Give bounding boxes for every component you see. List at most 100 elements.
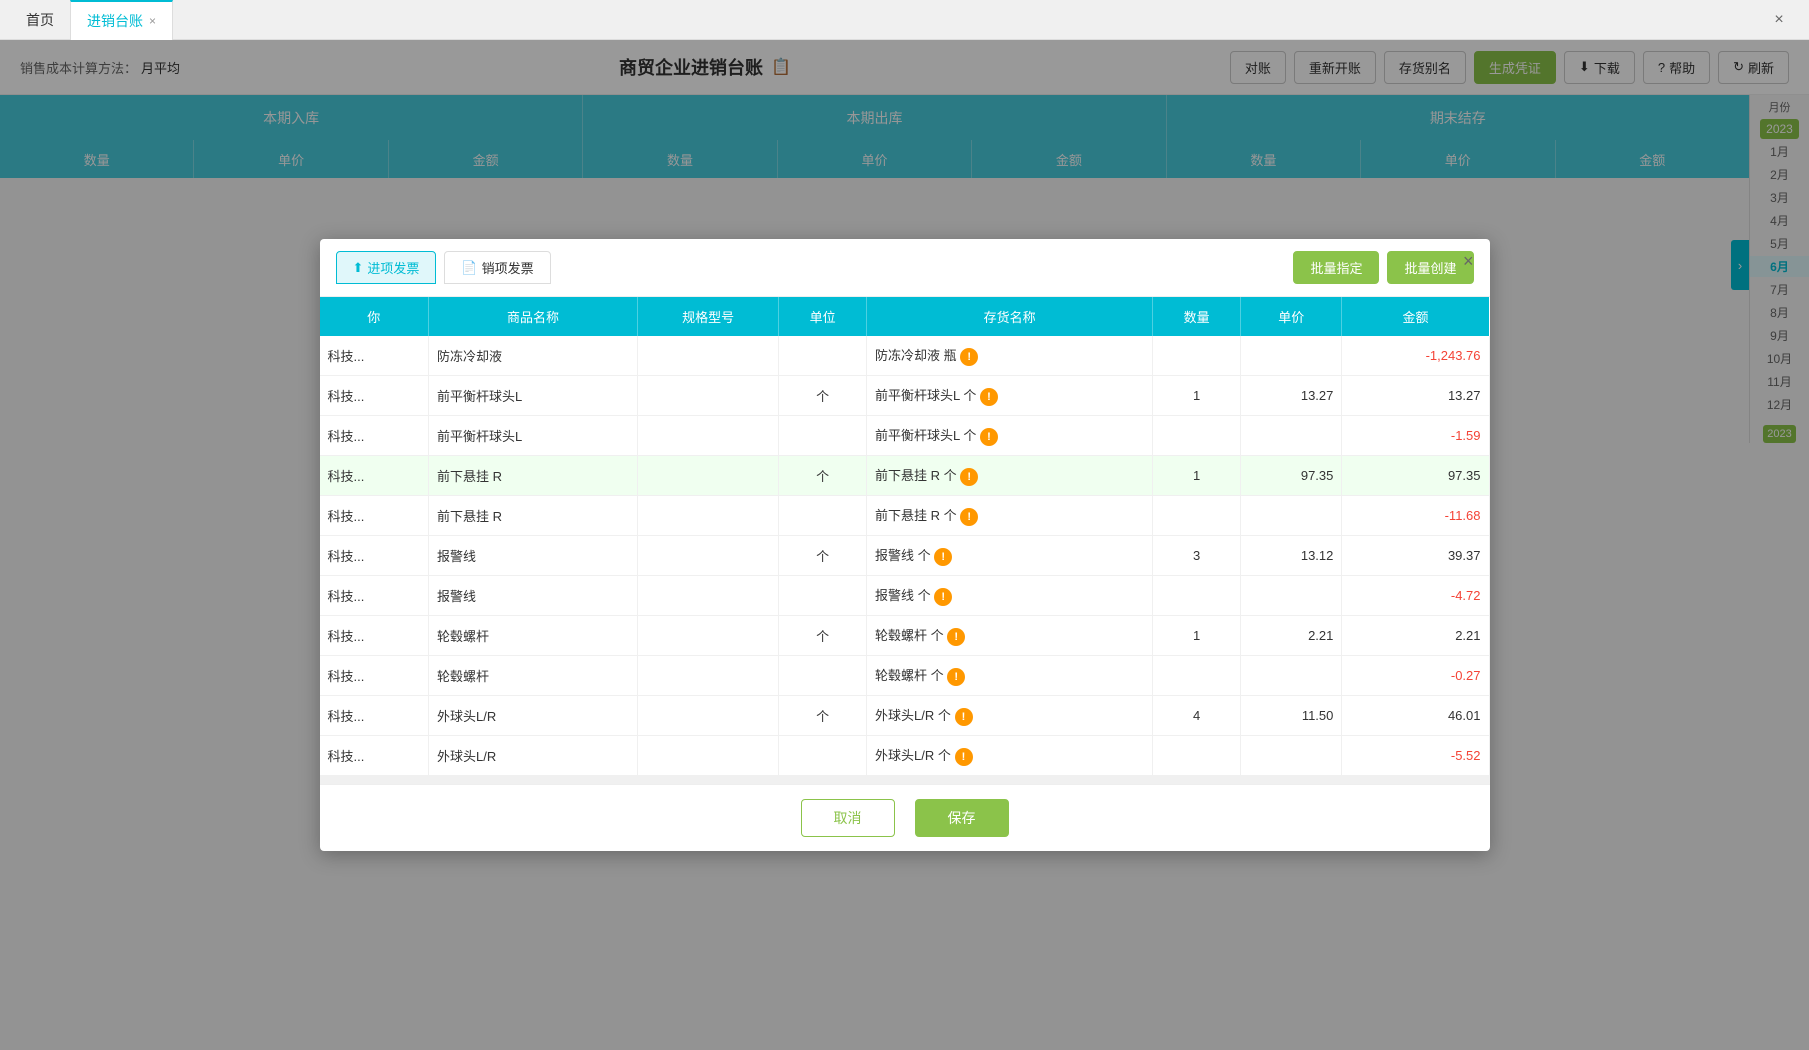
- cell-spec: [638, 496, 779, 536]
- cell-price: [1241, 656, 1342, 696]
- cell-product: 外球头L/R: [429, 696, 638, 736]
- cell-qty: 4: [1153, 696, 1241, 736]
- tab-outgoing-invoices[interactable]: 📄 销项发票: [444, 251, 550, 284]
- outgoing-invoice-icon: 📄: [461, 260, 477, 276]
- cell-company: 科技...: [320, 496, 429, 536]
- table-row: 科技...轮毂螺杆个轮毂螺杆 个 !12.212.21: [320, 616, 1490, 656]
- cell-spec: [638, 416, 779, 456]
- tab-ledger-close[interactable]: ×: [149, 14, 156, 28]
- cell-company: 科技...: [320, 576, 429, 616]
- cell-product: 防冻冷却液: [429, 336, 638, 376]
- table-row: 科技...前下悬挂 R个前下悬挂 R 个 !197.3597.35: [320, 456, 1490, 496]
- cell-qty: 1: [1153, 456, 1241, 496]
- modal-dialog: ⬆ 进项发票 📄 销项发票 批量指定 批量创建 ×: [320, 239, 1490, 851]
- cell-unit: [779, 736, 867, 776]
- cell-product: 轮毂螺杆: [429, 656, 638, 696]
- cell-amount: 46.01: [1342, 696, 1489, 736]
- cell-qty: 1: [1153, 616, 1241, 656]
- cell-inventory: 前下悬挂 R 个 !: [867, 456, 1153, 496]
- cell-amount: -1,243.76: [1342, 336, 1489, 376]
- cell-product: 报警线: [429, 576, 638, 616]
- scrollbar[interactable]: [320, 776, 1490, 784]
- cell-qty: 1: [1153, 376, 1241, 416]
- cell-price: [1241, 496, 1342, 536]
- modal-close-button[interactable]: ×: [1463, 251, 1474, 272]
- cell-amount: -5.52: [1342, 736, 1489, 776]
- outgoing-invoice-label: 销项发票: [482, 258, 534, 277]
- warning-icon: !: [947, 628, 965, 646]
- cell-spec: [638, 616, 779, 656]
- table-row: 科技...报警线个报警线 个 !313.1239.37: [320, 536, 1490, 576]
- cell-spec: [638, 536, 779, 576]
- cell-spec: [638, 736, 779, 776]
- table-row: 科技...前平衡杆球头L个前平衡杆球头L 个 !113.2713.27: [320, 376, 1490, 416]
- table-row: 科技...报警线报警线 个 !-4.72: [320, 576, 1490, 616]
- cell-amount: 13.27: [1342, 376, 1489, 416]
- cell-price: [1241, 416, 1342, 456]
- cell-unit: [779, 336, 867, 376]
- modal-header-right: 批量指定 批量创建: [1293, 251, 1473, 284]
- warning-icon: !: [960, 468, 978, 486]
- modal-table: 你 商品名称 规格型号 单位 存货名称 数量 单价 金额 科技...防冻冷却液防…: [320, 297, 1490, 784]
- col-spec: 规格型号: [638, 297, 779, 336]
- cell-company: 科技...: [320, 536, 429, 576]
- incoming-invoice-icon: ⬆: [353, 260, 364, 276]
- col-unit-price: 单价: [1241, 297, 1342, 336]
- cell-inventory: 前平衡杆球头L 个 !: [867, 416, 1153, 456]
- cell-qty: [1153, 336, 1241, 376]
- cell-spec: [638, 656, 779, 696]
- cell-amount: -1.59: [1342, 416, 1489, 456]
- cell-spec: [638, 696, 779, 736]
- tab-ledger[interactable]: 进销台账 ×: [70, 0, 173, 40]
- window-close-icon: ×: [1774, 11, 1783, 29]
- tab-bar: 首页 进销台账 × ×: [0, 0, 1809, 40]
- cell-company: 科技...: [320, 416, 429, 456]
- cell-qty: [1153, 736, 1241, 776]
- cell-qty: [1153, 656, 1241, 696]
- cell-spec: [638, 456, 779, 496]
- warning-icon: !: [947, 668, 965, 686]
- cell-company: 科技...: [320, 456, 429, 496]
- cell-price: [1241, 336, 1342, 376]
- invoice-table: 你 商品名称 规格型号 单位 存货名称 数量 单价 金额 科技...防冻冷却液防…: [320, 297, 1490, 776]
- window-close-button[interactable]: ×: [1759, 0, 1799, 40]
- cell-product: 前下悬挂 R: [429, 456, 638, 496]
- table-row: 科技...前平衡杆球头L前平衡杆球头L 个 !-1.59: [320, 416, 1490, 456]
- batch-create-button[interactable]: 批量创建: [1387, 251, 1473, 284]
- tab-incoming-invoices[interactable]: ⬆ 进项发票: [336, 251, 437, 284]
- warning-icon: !: [934, 588, 952, 606]
- tab-home[interactable]: 首页: [10, 0, 70, 40]
- cell-inventory: 轮毂螺杆 个 !: [867, 656, 1153, 696]
- cell-unit: 个: [779, 536, 867, 576]
- cancel-button[interactable]: 取消: [801, 799, 895, 837]
- cell-product: 外球头L/R: [429, 736, 638, 776]
- cell-inventory: 外球头L/R 个 !: [867, 696, 1153, 736]
- cell-company: 科技...: [320, 656, 429, 696]
- cell-spec: [638, 336, 779, 376]
- cell-unit: 个: [779, 456, 867, 496]
- cell-qty: [1153, 496, 1241, 536]
- cell-unit: 个: [779, 376, 867, 416]
- modal-overlay: ⬆ 进项发票 📄 销项发票 批量指定 批量创建 ×: [0, 40, 1809, 1050]
- cell-company: 科技...: [320, 696, 429, 736]
- cell-product: 前下悬挂 R: [429, 496, 638, 536]
- cell-amount: 97.35: [1342, 456, 1489, 496]
- cell-qty: [1153, 576, 1241, 616]
- cell-amount: -4.72: [1342, 576, 1489, 616]
- cell-unit: 个: [779, 696, 867, 736]
- cell-qty: [1153, 416, 1241, 456]
- batch-assign-button[interactable]: 批量指定: [1293, 251, 1379, 284]
- cell-inventory: 轮毂螺杆 个 !: [867, 616, 1153, 656]
- cell-company: 科技...: [320, 616, 429, 656]
- cell-company: 科技...: [320, 336, 429, 376]
- cell-company: 科技...: [320, 376, 429, 416]
- cell-spec: [638, 376, 779, 416]
- cell-qty: 3: [1153, 536, 1241, 576]
- modal-footer: 取消 保存: [320, 784, 1490, 851]
- save-button[interactable]: 保存: [915, 799, 1009, 837]
- col-amount: 金额: [1342, 297, 1489, 336]
- col-qty: 数量: [1153, 297, 1241, 336]
- modal-close-icon: ×: [1463, 251, 1474, 271]
- warning-icon: !: [960, 348, 978, 366]
- cell-inventory: 前下悬挂 R 个 !: [867, 496, 1153, 536]
